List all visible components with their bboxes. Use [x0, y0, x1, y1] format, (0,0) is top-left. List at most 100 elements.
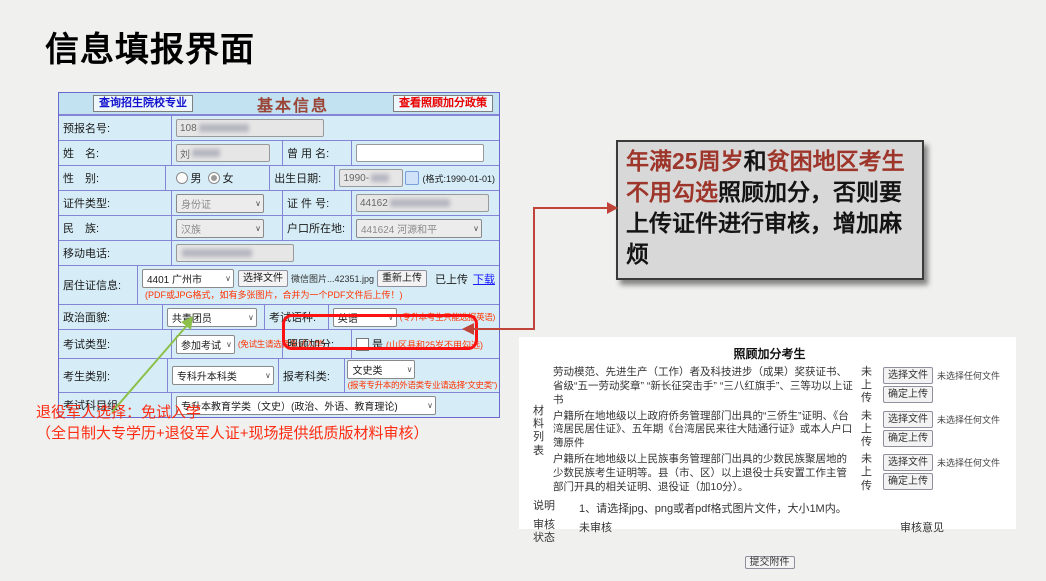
gender-female-radio[interactable]	[208, 172, 220, 184]
redacted-value	[192, 149, 220, 157]
political-value: 共青团员	[172, 310, 212, 325]
registry-label: 户口所在地:	[287, 220, 345, 236]
row-permit: 居住证信息: 4401 广州市 选择文件 微信图片...42351.jpg 重新…	[59, 265, 499, 304]
idtype-select[interactable]: 身份证	[176, 194, 264, 213]
lang-label: 考试语种:	[269, 309, 316, 325]
gender-male-radio[interactable]	[176, 172, 188, 184]
applycat-label: 报考科类:	[283, 368, 330, 384]
confirm-upload-button[interactable]: 确定上传	[883, 473, 933, 490]
name-label: 姓 名:	[63, 145, 99, 161]
chevron-down-icon	[265, 370, 271, 381]
idtype-value: 身份证	[181, 196, 211, 211]
mobile-label: 移动电话:	[63, 245, 110, 261]
name-input[interactable]: 刘	[176, 144, 270, 162]
former-name-label: 曾 用 名:	[287, 145, 329, 161]
political-select[interactable]: 共青团员	[167, 308, 257, 327]
page-title: 信息填报界面	[45, 22, 255, 71]
former-name-input[interactable]	[356, 144, 484, 162]
registry-select[interactable]: 441624 河源和平	[356, 219, 482, 238]
submit-attachments-button[interactable]: 提交附件	[745, 556, 795, 569]
upload-status: 未上传	[861, 366, 873, 406]
permit-filename: 微信图片...42351.jpg	[291, 272, 374, 285]
permit-reupload-button[interactable]: 重新上传	[377, 270, 427, 287]
cat-value: 专科升本科类	[177, 368, 237, 383]
upload-status: 未上传	[861, 453, 873, 493]
name-value: 刘	[180, 146, 190, 161]
idno-input[interactable]: 44162	[356, 194, 489, 212]
calendar-icon[interactable]	[405, 171, 419, 185]
idtype-label: 证件类型:	[63, 195, 110, 211]
row-political-lang: 政治面貌: 共青团员 考试语种: 英语 (专升本考生只能选报英语)	[59, 304, 499, 329]
bonus-checkbox-label: 是	[372, 336, 383, 352]
chevron-down-icon	[225, 273, 231, 284]
review-row: 审核状态 未审核 审核意见	[533, 519, 1006, 545]
slide-canvas: 信息填报界面 查询招生院校专业 基本信息 查看照顾加分政策 预报名号: 108 …	[0, 0, 1046, 581]
no-file-text: 未选择任何文件	[937, 456, 1000, 469]
cat-label: 考生类别:	[63, 368, 110, 384]
no-file-text: 未选择任何文件	[937, 413, 1000, 426]
material-item: 户籍所在地地级以上政府侨务管理部门出具的“三侨生”证明、《台湾居民居住证》、五年…	[553, 410, 1006, 452]
bonus-label: 照顾加分:	[287, 336, 334, 352]
bonus-hint: (山区县和25岁不用勾选)	[386, 338, 483, 351]
political-label: 政治面貌:	[63, 309, 110, 325]
note-text: 1、请选择jpg、png或者pdf格式图片文件，大小1M内。	[565, 500, 1006, 516]
chevron-down-icon	[388, 312, 394, 323]
annotation-red-text: 年满25周岁	[626, 148, 744, 174]
birth-input[interactable]: 1990-	[339, 169, 403, 187]
choose-file-button[interactable]: 选择文件	[883, 454, 933, 471]
birth-format-hint: (格式:1990-01-01)	[422, 172, 495, 185]
confirm-upload-button[interactable]: 确定上传	[883, 386, 933, 403]
basic-info-form: 查询招生院校专业 基本信息 查看照顾加分政策 预报名号: 108 姓 名: 刘 …	[58, 92, 500, 418]
query-colleges-button[interactable]: 查询招生院校专业	[93, 95, 193, 112]
veteran-note-line1: 退役军人选择：免试入学	[36, 402, 429, 423]
choose-file-button[interactable]: 选择文件	[883, 411, 933, 428]
redacted-value	[182, 249, 252, 257]
lang-select[interactable]: 英语	[333, 308, 397, 327]
row-prereg: 预报名号: 108	[59, 115, 499, 140]
ethnic-value: 汉族	[181, 221, 201, 236]
materials-section: 材料列表 劳动模范、先进生产（工作）者及科技进步（成果）奖获证书、省级“五一劳动…	[533, 366, 1006, 497]
chevron-down-icon	[407, 364, 413, 375]
applycat-select[interactable]: 文史类	[347, 360, 415, 379]
mobile-input[interactable]	[176, 244, 294, 262]
prereg-label: 预报名号:	[63, 120, 110, 136]
examtype-value: 参加考试	[181, 337, 221, 352]
row-name: 姓 名: 刘 曾 用 名:	[59, 140, 499, 165]
form-title: 基本信息	[257, 92, 329, 116]
annotation-box: 年满25周岁和贫困地区考生不用勾选照顾加分，否则要上传证件进行审核，增加麻烦	[616, 140, 924, 280]
note-row: 说明 1、请选择jpg、png或者pdf格式图片文件，大小1M内。	[533, 500, 1006, 516]
lang-value: 英语	[338, 310, 358, 325]
registry-value: 441624 河源和平	[361, 221, 437, 236]
row-cat-applycat: 考生类别: 专科升本科类 报考科类: 文史类 (报考专升本的外语类专业请选择“文…	[59, 358, 499, 392]
permit-region-value: 4401 广州市	[147, 271, 202, 286]
bonus-checkbox[interactable]	[356, 338, 369, 351]
material-item-text: 劳动模范、先进生产（工作）者及科技进步（成果）奖获证书、省级“五一劳动奖章” “…	[553, 366, 853, 408]
confirm-upload-button[interactable]: 确定上传	[883, 430, 933, 447]
material-list-label: 材料列表	[533, 405, 545, 458]
chevron-down-icon	[473, 223, 479, 234]
examtype-select[interactable]: 参加考试	[176, 335, 235, 354]
idno-value: 44162	[360, 198, 388, 209]
permit-region-select[interactable]: 4401 广州市	[142, 269, 234, 288]
prereg-value: 108	[180, 123, 197, 134]
prereg-input[interactable]: 108	[176, 119, 324, 137]
ethnic-select[interactable]: 汉族	[176, 219, 264, 238]
applycat-hint: (报考专升本的外语类专业请选择“文史类”)	[347, 379, 497, 391]
choose-file-button[interactable]: 选择文件	[883, 367, 933, 384]
view-policy-button[interactable]: 查看照顾加分政策	[393, 95, 493, 112]
annotation-black-text: 和	[744, 148, 767, 174]
chevron-down-icon	[248, 312, 254, 323]
row-ethnic-registry: 民 族: 汉族 户口所在地: 441624 河源和平	[59, 215, 499, 240]
material-item: 劳动模范、先进生产（工作）者及科技进步（成果）奖获证书、省级“五一劳动奖章” “…	[553, 366, 1006, 408]
permit-download-link[interactable]: 下载	[473, 271, 495, 287]
gender-label: 性 别:	[63, 170, 99, 186]
material-item-text: 户籍所在地地级以上政府侨务管理部门出具的“三侨生”证明、《台湾居民居住证》、五年…	[553, 410, 853, 452]
chevron-down-icon	[255, 223, 261, 234]
cat-select[interactable]: 专科升本科类	[172, 366, 274, 385]
row-examtype-bonus: 考试类型: 参加考试 (免试生请选择免试入学) 照顾加分: 是 (山区县和25岁…	[59, 329, 499, 358]
note-label: 说明	[533, 500, 565, 513]
permit-note: (PDF或JPG格式，如有多张图片，合并为一个PDF文件后上传！)	[145, 288, 403, 301]
bonus-panel: 照顾加分考生 材料列表 劳动模范、先进生产（工作）者及科技进步（成果）奖获证书、…	[519, 337, 1016, 529]
permit-choose-file-button[interactable]: 选择文件	[238, 270, 288, 287]
examtype-label: 考试类型:	[63, 336, 110, 352]
